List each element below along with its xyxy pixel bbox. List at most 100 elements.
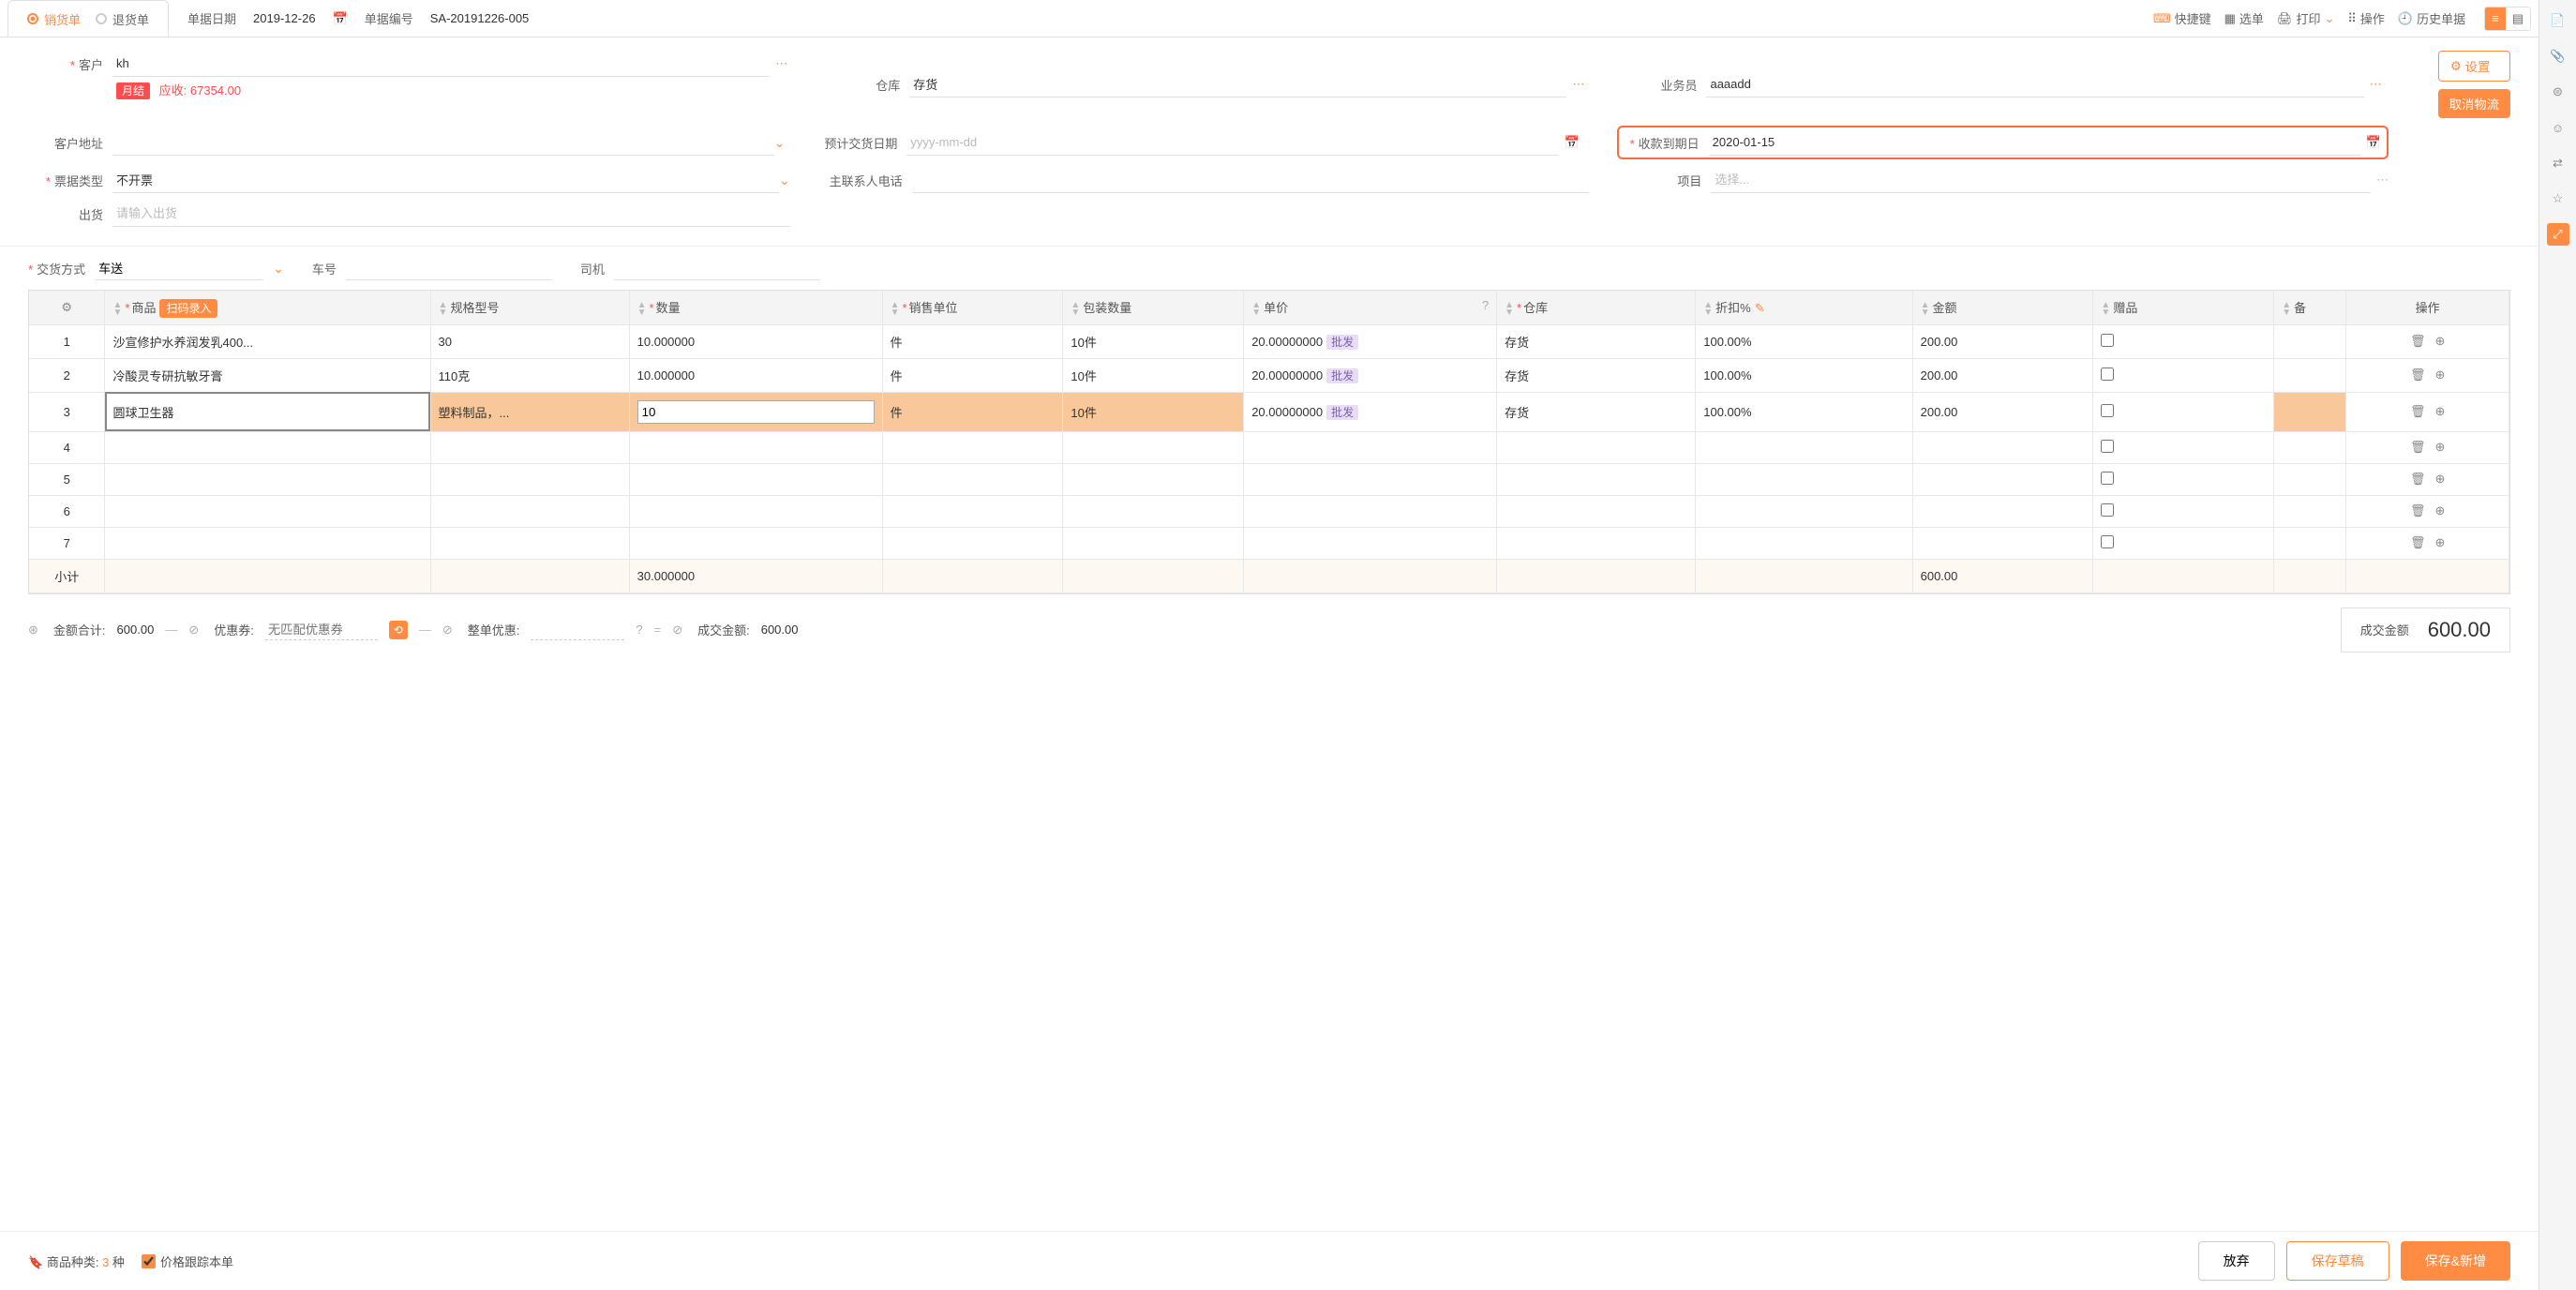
cell-remark[interactable] — [2274, 463, 2346, 495]
cell-remark[interactable] — [2274, 392, 2346, 431]
cell-spec[interactable] — [430, 495, 629, 527]
table-row[interactable]: 4🗑⊕ — [29, 431, 2509, 463]
gift-checkbox[interactable] — [2101, 472, 2114, 485]
gift-checkbox[interactable] — [2101, 503, 2114, 517]
cell-qty[interactable] — [629, 527, 882, 559]
qty-input[interactable] — [637, 400, 875, 424]
row-index[interactable]: 3 — [29, 392, 105, 431]
edit-icon[interactable]: ✎ — [1755, 301, 1765, 315]
row-index[interactable]: 4 — [29, 431, 105, 463]
currency-icon[interactable]: ⊜ — [2547, 81, 2569, 103]
cell-unit[interactable] — [882, 495, 1063, 527]
cell-product[interactable]: 圆球卫生器 — [105, 392, 430, 431]
add-row-icon[interactable]: ⊕ — [2434, 368, 2445, 382]
cell-warehouse[interactable]: 存货 — [1497, 324, 1696, 358]
cell-spec[interactable] — [430, 463, 629, 495]
cell-pack[interactable] — [1063, 463, 1244, 495]
table-row[interactable]: 2冷酸灵专研抗敏牙膏110克10.000000件10件20.00000000批发… — [29, 358, 2509, 392]
cell-discount[interactable]: 100.00% — [1696, 358, 1912, 392]
cell-unit[interactable] — [882, 527, 1063, 559]
note-icon[interactable]: 📄 — [2547, 9, 2569, 32]
cell-amount[interactable]: 200.00 — [1912, 324, 2093, 358]
cell-amount[interactable]: 200.00 — [1912, 358, 2093, 392]
shortcut-button[interactable]: ⌨快捷键 — [2153, 9, 2211, 27]
cell-warehouse[interactable] — [1497, 495, 1696, 527]
more-icon[interactable]: ⋯ — [2376, 172, 2389, 188]
tab-return-order[interactable]: 退货单 — [88, 10, 157, 28]
cell-amount[interactable]: 200.00 — [1912, 392, 2093, 431]
add-row-icon[interactable]: ⊕ — [2434, 472, 2445, 487]
row-index[interactable]: 1 — [29, 324, 105, 358]
cell-price[interactable]: 20.00000000批发 — [1244, 392, 1497, 431]
gift-checkbox[interactable] — [2101, 368, 2114, 381]
add-row-icon[interactable]: ⊕ — [2434, 535, 2445, 550]
view-list-icon[interactable]: ≡ — [2485, 8, 2506, 30]
cell-product[interactable]: 冷酸灵专研抗敏牙膏 — [105, 358, 430, 392]
cell-unit[interactable] — [882, 463, 1063, 495]
row-index[interactable]: 5 — [29, 463, 105, 495]
cell-product[interactable] — [105, 463, 430, 495]
cell-qty[interactable]: 10.000000 — [629, 358, 882, 392]
history-button[interactable]: 🕘历史单据 — [2398, 9, 2465, 27]
cell-amount[interactable] — [1912, 527, 2093, 559]
row-index[interactable]: 6 — [29, 495, 105, 527]
coupon-input[interactable] — [265, 620, 378, 640]
cell-pack[interactable] — [1063, 527, 1244, 559]
col-pack[interactable]: ▲▼包装数量 — [1063, 291, 1244, 324]
order-discount-input[interactable] — [531, 620, 624, 640]
cell-remark[interactable] — [2274, 527, 2346, 559]
discard-button[interactable]: 放弃 — [2198, 1241, 2275, 1281]
row-index[interactable]: 7 — [29, 527, 105, 559]
more-icon[interactable]: ⋯ — [1572, 77, 1584, 92]
col-amount[interactable]: ▲▼金额 — [1912, 291, 2093, 324]
help-icon[interactable]: ? — [636, 622, 642, 637]
transfer-icon[interactable]: ⇄ — [2547, 152, 2569, 174]
cell-pack[interactable]: 10件 — [1063, 324, 1244, 358]
add-row-icon[interactable]: ⊕ — [2434, 404, 2445, 419]
driver-input[interactable] — [614, 256, 820, 280]
cell-qty[interactable] — [629, 431, 882, 463]
add-row-icon[interactable]: ⊕ — [2434, 503, 2445, 518]
cell-gift[interactable] — [2093, 431, 2274, 463]
table-row[interactable]: 6🗑⊕ — [29, 495, 2509, 527]
cell-price[interactable]: 20.00000000批发 — [1244, 324, 1497, 358]
chevron-down-icon[interactable]: ⌄ — [273, 261, 284, 277]
calendar-icon[interactable]: 📅 — [1564, 135, 1579, 150]
gift-checkbox[interactable] — [2101, 334, 2114, 347]
project-input[interactable] — [1711, 167, 2371, 193]
cell-gift[interactable] — [2093, 358, 2274, 392]
customer-input[interactable] — [112, 51, 770, 77]
cell-gift[interactable] — [2093, 495, 2274, 527]
star-icon[interactable]: ☆ — [2547, 188, 2569, 210]
cell-pack[interactable] — [1063, 431, 1244, 463]
cell-product[interactable] — [105, 527, 430, 559]
delete-row-icon[interactable]: 🗑 — [2410, 535, 2426, 550]
vehicle-input[interactable] — [346, 256, 552, 280]
more-icon[interactable]: ⋯ — [2370, 77, 2382, 92]
cell-remark[interactable] — [2274, 431, 2346, 463]
col-unit[interactable]: ▲▼销售单位 — [882, 291, 1063, 324]
cell-pack[interactable] — [1063, 495, 1244, 527]
cell-warehouse[interactable] — [1497, 527, 1696, 559]
cancel-logistics-button[interactable]: 取消物流 — [2438, 89, 2510, 118]
calendar-icon[interactable]: 📅 — [2366, 135, 2381, 150]
cell-gift[interactable] — [2093, 463, 2274, 495]
cell-discount[interactable]: 100.00% — [1696, 392, 1912, 431]
cell-qty[interactable] — [629, 495, 882, 527]
cell-spec[interactable]: 30 — [430, 324, 629, 358]
warehouse-input[interactable] — [909, 71, 1566, 98]
delete-row-icon[interactable]: 🗑 — [2410, 472, 2426, 487]
cell-amount[interactable] — [1912, 431, 2093, 463]
print-button[interactable]: 🖨打印⌄ — [2277, 9, 2334, 27]
cell-product[interactable] — [105, 431, 430, 463]
tab-sales-order[interactable]: 销货单 — [20, 10, 88, 28]
cell-price[interactable] — [1244, 431, 1497, 463]
cell-spec[interactable]: 110克 — [430, 358, 629, 392]
cell-remark[interactable] — [2274, 324, 2346, 358]
attachment-icon[interactable]: 📎 — [2547, 45, 2569, 68]
cell-price[interactable] — [1244, 527, 1497, 559]
cell-unit[interactable]: 件 — [882, 392, 1063, 431]
table-row[interactable]: 1沙宣修护水养润发乳400...3010.000000件10件20.000000… — [29, 324, 2509, 358]
cell-price[interactable]: 20.00000000批发 — [1244, 358, 1497, 392]
settings-col-header[interactable]: ⚙ — [29, 291, 105, 324]
